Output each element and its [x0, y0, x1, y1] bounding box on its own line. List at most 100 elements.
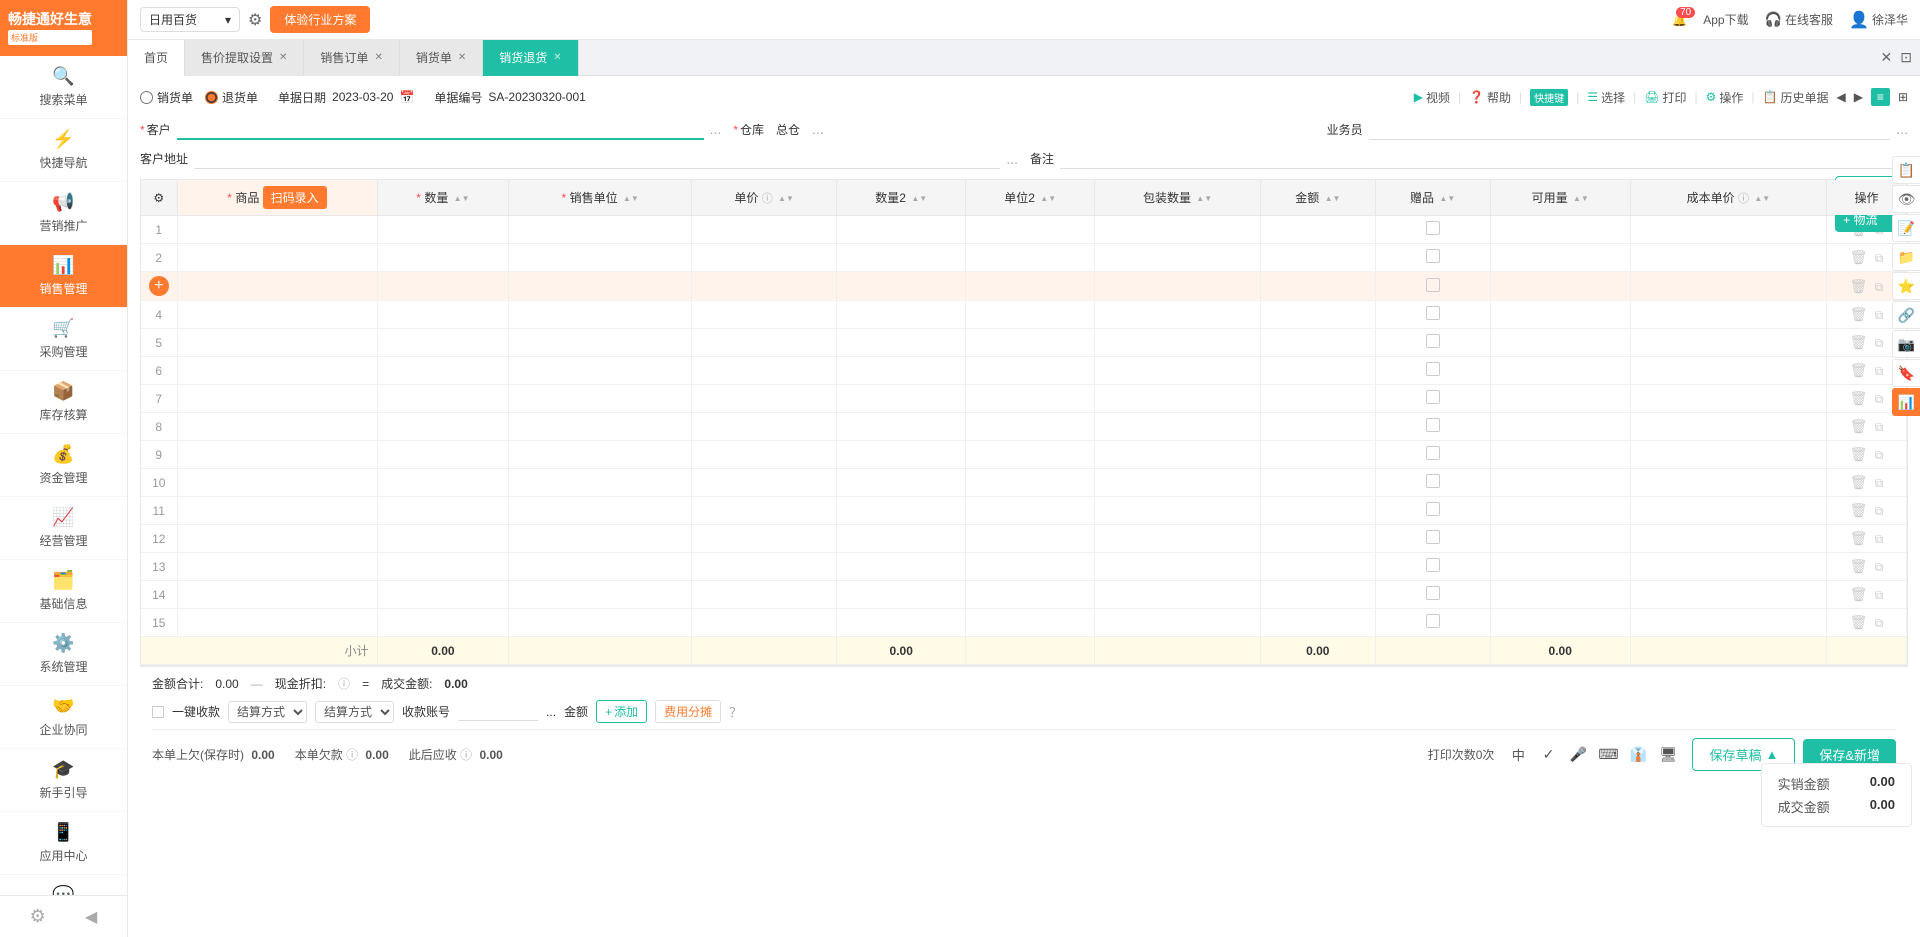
product-cell-15[interactable]	[177, 609, 377, 637]
info-icon2[interactable]: ⓘ	[346, 748, 358, 762]
tab-close-icon[interactable]: ✕	[279, 52, 287, 63]
sidebar-item-inventory[interactable]: 📦 库存核算	[0, 371, 127, 434]
sort-icon[interactable]: ▲▼	[1196, 194, 1212, 203]
pack-cell-2[interactable]	[1095, 244, 1261, 272]
float-btn-4[interactable]: 📁	[1892, 243, 1920, 271]
unit2-cell-14[interactable]	[966, 581, 1095, 609]
qty2-cell-6[interactable]	[837, 357, 966, 385]
toolbar-icon-4[interactable]: ⌨	[1596, 743, 1620, 767]
unit2-cell-6[interactable]	[966, 357, 1095, 385]
tab-sales-delivery[interactable]: 销货单 ✕	[400, 40, 483, 76]
unit-cell-8[interactable]	[509, 413, 692, 441]
cost-cell-6[interactable]	[1630, 357, 1826, 385]
sort-icon[interactable]: ▲▼	[778, 194, 794, 203]
amount-cell-8[interactable]	[1260, 413, 1375, 441]
qty2-cell-13[interactable]	[837, 553, 966, 581]
price-cell-15[interactable]	[692, 609, 837, 637]
sidebar-item-finance[interactable]: 💰 资金管理	[0, 434, 127, 497]
delete-icon-13[interactable]: 🗑	[1850, 558, 1868, 574]
price-cell-13[interactable]	[692, 553, 837, 581]
video-btn[interactable]: ▶视频	[1414, 89, 1450, 106]
gift-cell-2[interactable]	[1375, 244, 1490, 272]
sidebar-item-marketing[interactable]: 📢 营销推广	[0, 182, 127, 245]
available-cell-8[interactable]	[1490, 413, 1630, 441]
pack-cell-4[interactable]	[1095, 301, 1261, 329]
unit2-cell-2[interactable]	[966, 244, 1095, 272]
gift-cell-4[interactable]	[1375, 301, 1490, 329]
product-cell-10[interactable]	[177, 469, 377, 497]
float-btn-1[interactable]: 📋	[1892, 156, 1920, 184]
sidebar-item-search[interactable]: 🔍 搜索菜单	[0, 56, 127, 119]
gift-cell-7[interactable]	[1375, 385, 1490, 413]
available-cell-4[interactable]	[1490, 301, 1630, 329]
qty2-cell-7[interactable]	[837, 385, 966, 413]
delete-icon-14[interactable]: 🗑	[1850, 586, 1868, 602]
table-gear-icon[interactable]: ⚙	[153, 191, 164, 205]
calculation-method-select[interactable]: 结算方式	[228, 701, 307, 723]
price-cell-8[interactable]	[692, 413, 837, 441]
delete-icon-12[interactable]: 🗑	[1850, 530, 1868, 546]
pack-cell-12[interactable]	[1095, 525, 1261, 553]
tab-sales-order[interactable]: 销售订单 ✕	[304, 40, 399, 76]
amount-cell-12[interactable]	[1260, 525, 1375, 553]
unit2-cell-1[interactable]	[966, 216, 1095, 244]
amount-cell-11[interactable]	[1260, 497, 1375, 525]
copy-icon-2[interactable]: ⧉	[1875, 251, 1884, 265]
float-btn-5[interactable]: ⭐	[1892, 272, 1920, 300]
info-icon[interactable]: ⓘ	[338, 675, 350, 692]
sidebar-item-shortcut[interactable]: ⚡ 快捷导航	[0, 119, 127, 182]
product-cell-13[interactable]	[177, 553, 377, 581]
delete-icon-8[interactable]: 🗑	[1850, 418, 1868, 434]
unit-cell-15[interactable]	[509, 609, 692, 637]
pack-cell-6[interactable]	[1095, 357, 1261, 385]
available-cell-15[interactable]	[1490, 609, 1630, 637]
delete-icon-6[interactable]: 🗑	[1850, 362, 1868, 378]
qty-cell-6[interactable]	[377, 357, 509, 385]
cost-cell-10[interactable]	[1630, 469, 1826, 497]
available-cell-5[interactable]	[1490, 329, 1630, 357]
info-icon[interactable]: ⓘ	[1738, 193, 1749, 205]
price-cell-14[interactable]	[692, 581, 837, 609]
cost-cell-2[interactable]	[1630, 244, 1826, 272]
toolbar-icon-3[interactable]: 🎤	[1566, 743, 1590, 767]
product-cell-9[interactable]	[177, 441, 377, 469]
sidebar-item-enterprise[interactable]: 🤝 企业协同	[0, 686, 127, 749]
float-btn-9[interactable]: 📊	[1892, 388, 1920, 416]
qty-cell-1[interactable]	[377, 216, 509, 244]
unit2-cell-15[interactable]	[966, 609, 1095, 637]
copy-icon-12[interactable]: ⧉	[1875, 532, 1884, 546]
address-dots[interactable]: ...	[1006, 151, 1018, 167]
unit-cell-5[interactable]	[509, 329, 692, 357]
qty2-cell-1[interactable]	[837, 216, 966, 244]
sort-icon[interactable]: ▲▼	[623, 194, 639, 203]
amount-cell-13[interactable]	[1260, 553, 1375, 581]
price-cell-4[interactable]	[692, 301, 837, 329]
amount-cell-3[interactable]	[1260, 272, 1375, 301]
amount-cell-1[interactable]	[1260, 216, 1375, 244]
sort-icon[interactable]: ▲▼	[1040, 194, 1056, 203]
qty-cell-15[interactable]	[377, 609, 509, 637]
cost-cell-3[interactable]	[1630, 272, 1826, 301]
delete-icon-9[interactable]: 🗑	[1850, 446, 1868, 462]
pack-cell-3[interactable]	[1095, 272, 1261, 301]
float-btn-7[interactable]: 📷	[1892, 330, 1920, 358]
qty-cell-9[interactable]	[377, 441, 509, 469]
amount-cell-14[interactable]	[1260, 581, 1375, 609]
sidebar-item-operation[interactable]: 📈 经营管理	[0, 497, 127, 560]
unit-cell-7[interactable]	[509, 385, 692, 413]
gift-checkbox-1[interactable]	[1426, 221, 1440, 235]
gift-checkbox-11[interactable]	[1426, 502, 1440, 516]
account-dots[interactable]: ...	[546, 705, 556, 719]
amount-cell-10[interactable]	[1260, 469, 1375, 497]
unit-cell-9[interactable]	[509, 441, 692, 469]
amount-cell-15[interactable]	[1260, 609, 1375, 637]
unit2-cell-9[interactable]	[966, 441, 1095, 469]
cost-cell-1[interactable]	[1630, 216, 1826, 244]
unit2-cell-11[interactable]	[966, 497, 1095, 525]
radio-return[interactable]: 退货单	[205, 89, 258, 106]
product-cell-6[interactable]	[177, 357, 377, 385]
gift-cell-3[interactable]	[1375, 272, 1490, 301]
tab-close-icon[interactable]: ✕	[553, 52, 561, 63]
sort-icon[interactable]: ▲▼	[454, 194, 470, 203]
toolbar-icon-1[interactable]: 中	[1506, 743, 1530, 767]
